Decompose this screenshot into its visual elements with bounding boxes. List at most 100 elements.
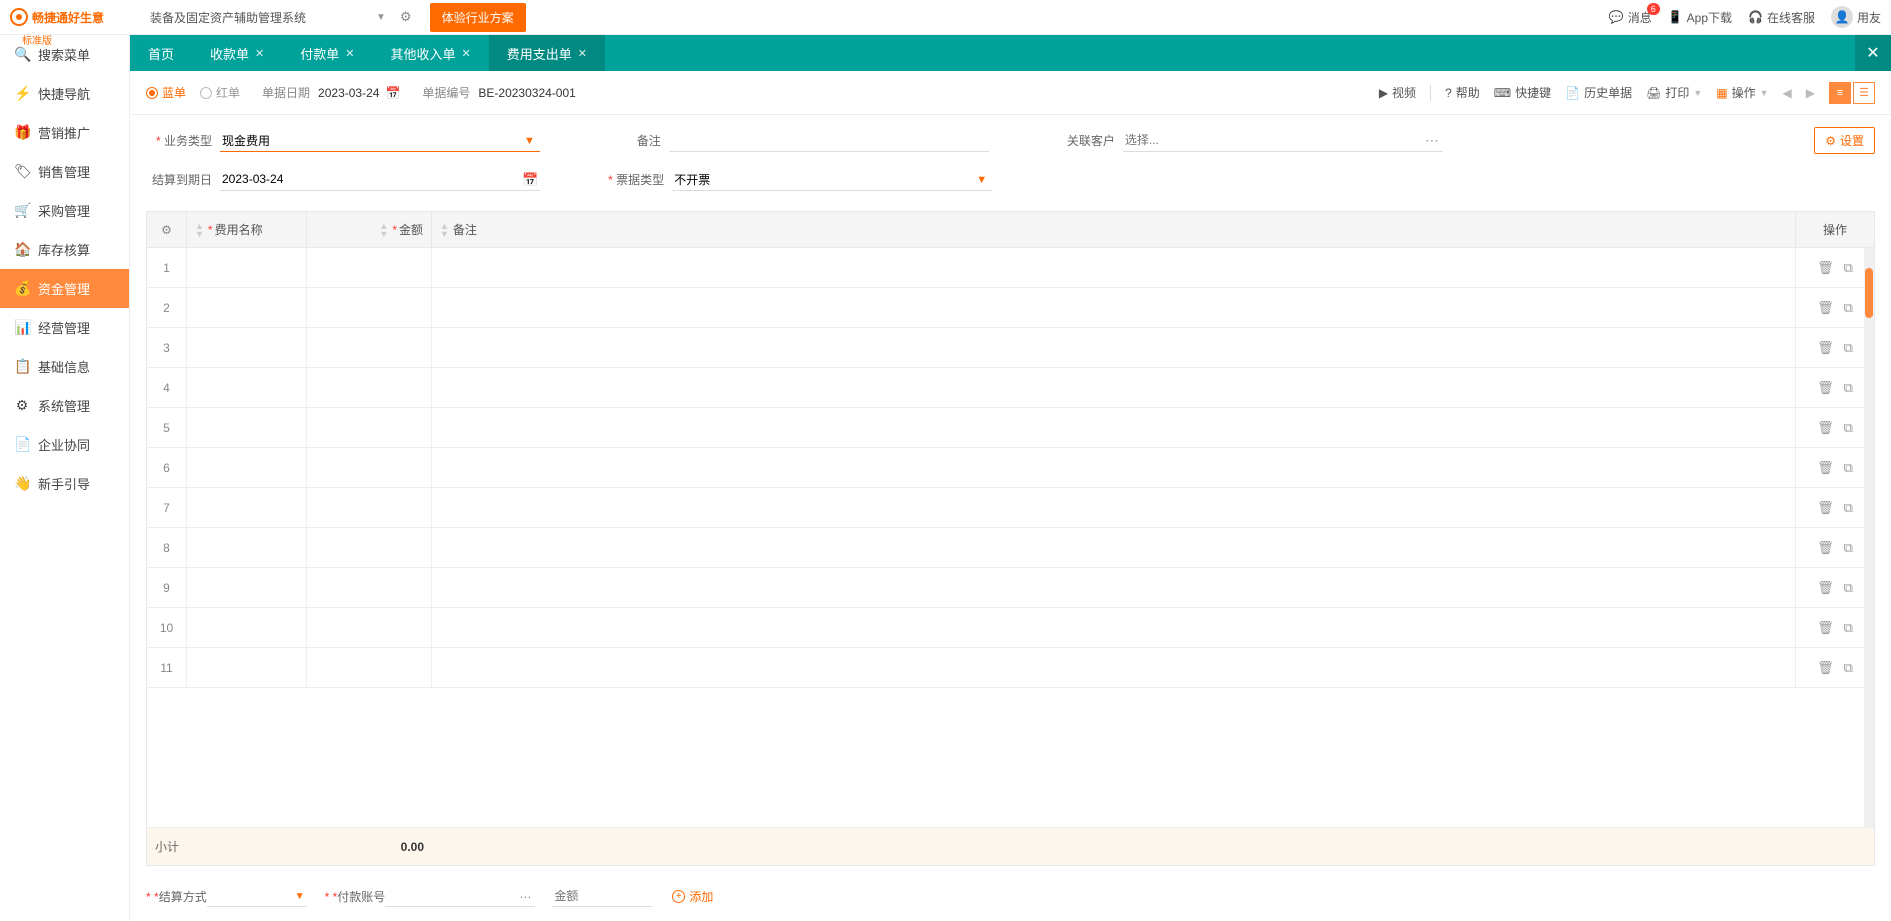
close-icon[interactable]: ✕	[255, 47, 264, 60]
col-remark[interactable]: ▲▼备注	[432, 212, 1796, 247]
sidebar-item[interactable]: 🏷销售管理	[0, 152, 129, 191]
system-selector[interactable]: 装备及固定资产辅助管理系统 ▼ ⚙	[150, 9, 412, 26]
prev-arrow-icon[interactable]: ◀	[1783, 86, 1792, 100]
tab[interactable]: 费用支出单✕	[489, 35, 605, 71]
cell-amount[interactable]	[307, 608, 432, 647]
cell-remark[interactable]	[432, 648, 1796, 687]
more-icon[interactable]: ⋯	[1425, 132, 1440, 149]
sidebar-item[interactable]: 💰资金管理	[0, 269, 129, 308]
cell-remark[interactable]	[432, 608, 1796, 647]
sidebar-item[interactable]: 📄企业协同	[0, 425, 129, 464]
sidebar-item[interactable]: 🎁营销推广	[0, 113, 129, 152]
delete-icon[interactable]: 🗑	[1817, 420, 1834, 436]
app-download-link[interactable]: 📱 App下载	[1668, 9, 1732, 26]
delete-icon[interactable]: 🗑	[1817, 340, 1834, 356]
view-detail-button[interactable]: ☰	[1853, 82, 1875, 104]
cell-amount[interactable]	[307, 248, 432, 287]
table-row[interactable]: 5🗑⧉	[147, 408, 1874, 448]
calendar-icon[interactable]: 📅	[522, 172, 538, 188]
shortcut-link[interactable]: ⌨快捷键	[1494, 84, 1551, 101]
cell-expense-name[interactable]	[187, 288, 307, 327]
remark-input[interactable]	[669, 129, 989, 152]
close-all-icon[interactable]: ✕	[1855, 35, 1891, 71]
cell-expense-name[interactable]	[187, 488, 307, 527]
table-row[interactable]: 3🗑⧉	[147, 328, 1874, 368]
settings-button[interactable]: ⚙设置	[1814, 127, 1875, 154]
cell-expense-name[interactable]	[187, 408, 307, 447]
copy-icon[interactable]: ⧉	[1844, 380, 1853, 396]
scrollbar-thumb[interactable]	[1865, 268, 1873, 318]
cell-remark[interactable]	[432, 448, 1796, 487]
cell-remark[interactable]	[432, 528, 1796, 567]
cell-amount[interactable]	[307, 488, 432, 527]
copy-icon[interactable]: ⧉	[1844, 460, 1853, 476]
close-icon[interactable]: ✕	[345, 47, 354, 60]
sidebar-item[interactable]: 📊经营管理	[0, 308, 129, 347]
cell-expense-name[interactable]	[187, 448, 307, 487]
table-row[interactable]: 10🗑⧉	[147, 608, 1874, 648]
video-link[interactable]: ▶视频	[1379, 84, 1416, 101]
cell-remark[interactable]	[432, 368, 1796, 407]
copy-icon[interactable]: ⧉	[1844, 620, 1853, 636]
table-row[interactable]: 11🗑⧉	[147, 648, 1874, 688]
table-row[interactable]: 2🗑⧉	[147, 288, 1874, 328]
cell-remark[interactable]	[432, 408, 1796, 447]
col-expense-name[interactable]: ▲▼*费用名称	[187, 212, 307, 247]
col-amount[interactable]: ▲▼*金额	[307, 212, 432, 247]
cell-expense-name[interactable]	[187, 248, 307, 287]
copy-icon[interactable]: ⧉	[1844, 420, 1853, 436]
copy-icon[interactable]: ⧉	[1844, 500, 1853, 516]
delete-icon[interactable]: 🗑	[1817, 660, 1834, 676]
cell-remark[interactable]	[432, 288, 1796, 327]
table-row[interactable]: 6🗑⧉	[147, 448, 1874, 488]
delete-icon[interactable]: 🗑	[1817, 580, 1834, 596]
cell-expense-name[interactable]	[187, 368, 307, 407]
sidebar-item[interactable]: 🏠库存核算	[0, 230, 129, 269]
tab[interactable]: 其他收入单✕	[372, 35, 488, 71]
cell-amount[interactable]	[307, 448, 432, 487]
cell-amount[interactable]	[307, 408, 432, 447]
cell-remark[interactable]	[432, 328, 1796, 367]
cell-amount[interactable]	[307, 648, 432, 687]
gear-icon[interactable]: ⚙	[400, 9, 412, 25]
cell-expense-name[interactable]	[187, 568, 307, 607]
amount-input[interactable]	[552, 886, 652, 907]
cell-remark[interactable]	[432, 568, 1796, 607]
print-dropdown[interactable]: 🖨打印▼	[1646, 84, 1702, 101]
close-icon[interactable]: ✕	[462, 47, 471, 60]
delete-icon[interactable]: 🗑	[1817, 460, 1834, 476]
biz-type-select[interactable]	[220, 129, 540, 152]
cell-amount[interactable]	[307, 368, 432, 407]
close-icon[interactable]: ✕	[578, 47, 587, 60]
radio-blue-bill[interactable]: 蓝单	[146, 84, 186, 101]
invoice-type-select[interactable]	[672, 168, 992, 191]
cell-expense-name[interactable]	[187, 648, 307, 687]
table-row[interactable]: 9🗑⧉	[147, 568, 1874, 608]
operate-dropdown[interactable]: ▦操作▼	[1716, 84, 1768, 101]
online-service-link[interactable]: 🎧 在线客服	[1748, 9, 1815, 26]
table-row[interactable]: 8🗑⧉	[147, 528, 1874, 568]
pay-account-select[interactable]	[385, 886, 535, 907]
cell-expense-name[interactable]	[187, 328, 307, 367]
delete-icon[interactable]: 🗑	[1817, 380, 1834, 396]
sidebar-item[interactable]: ⚙系统管理	[0, 386, 129, 425]
table-row[interactable]: 1🗑⧉	[147, 248, 1874, 288]
calendar-icon[interactable]: 📅	[385, 86, 400, 100]
cell-expense-name[interactable]	[187, 608, 307, 647]
messages-link[interactable]: 💬 消息 6	[1609, 9, 1652, 26]
tab[interactable]: 付款单✕	[282, 35, 372, 71]
cell-amount[interactable]	[307, 288, 432, 327]
sidebar-item[interactable]: 👋新手引导	[0, 464, 129, 503]
copy-icon[interactable]: ⧉	[1844, 540, 1853, 556]
sidebar-item[interactable]: 📋基础信息	[0, 347, 129, 386]
table-settings-header[interactable]: ⚙	[147, 212, 187, 247]
tab[interactable]: 首页	[130, 35, 192, 71]
radio-red-bill[interactable]: 红单	[200, 84, 240, 101]
trial-button[interactable]: 体验行业方案	[430, 3, 526, 32]
copy-icon[interactable]: ⧉	[1844, 260, 1853, 276]
cell-amount[interactable]	[307, 568, 432, 607]
due-date-input[interactable]	[220, 168, 540, 191]
table-row[interactable]: 4🗑⧉	[147, 368, 1874, 408]
sidebar-item[interactable]: ⚡快捷导航	[0, 74, 129, 113]
history-link[interactable]: 📄历史单据	[1565, 84, 1632, 101]
